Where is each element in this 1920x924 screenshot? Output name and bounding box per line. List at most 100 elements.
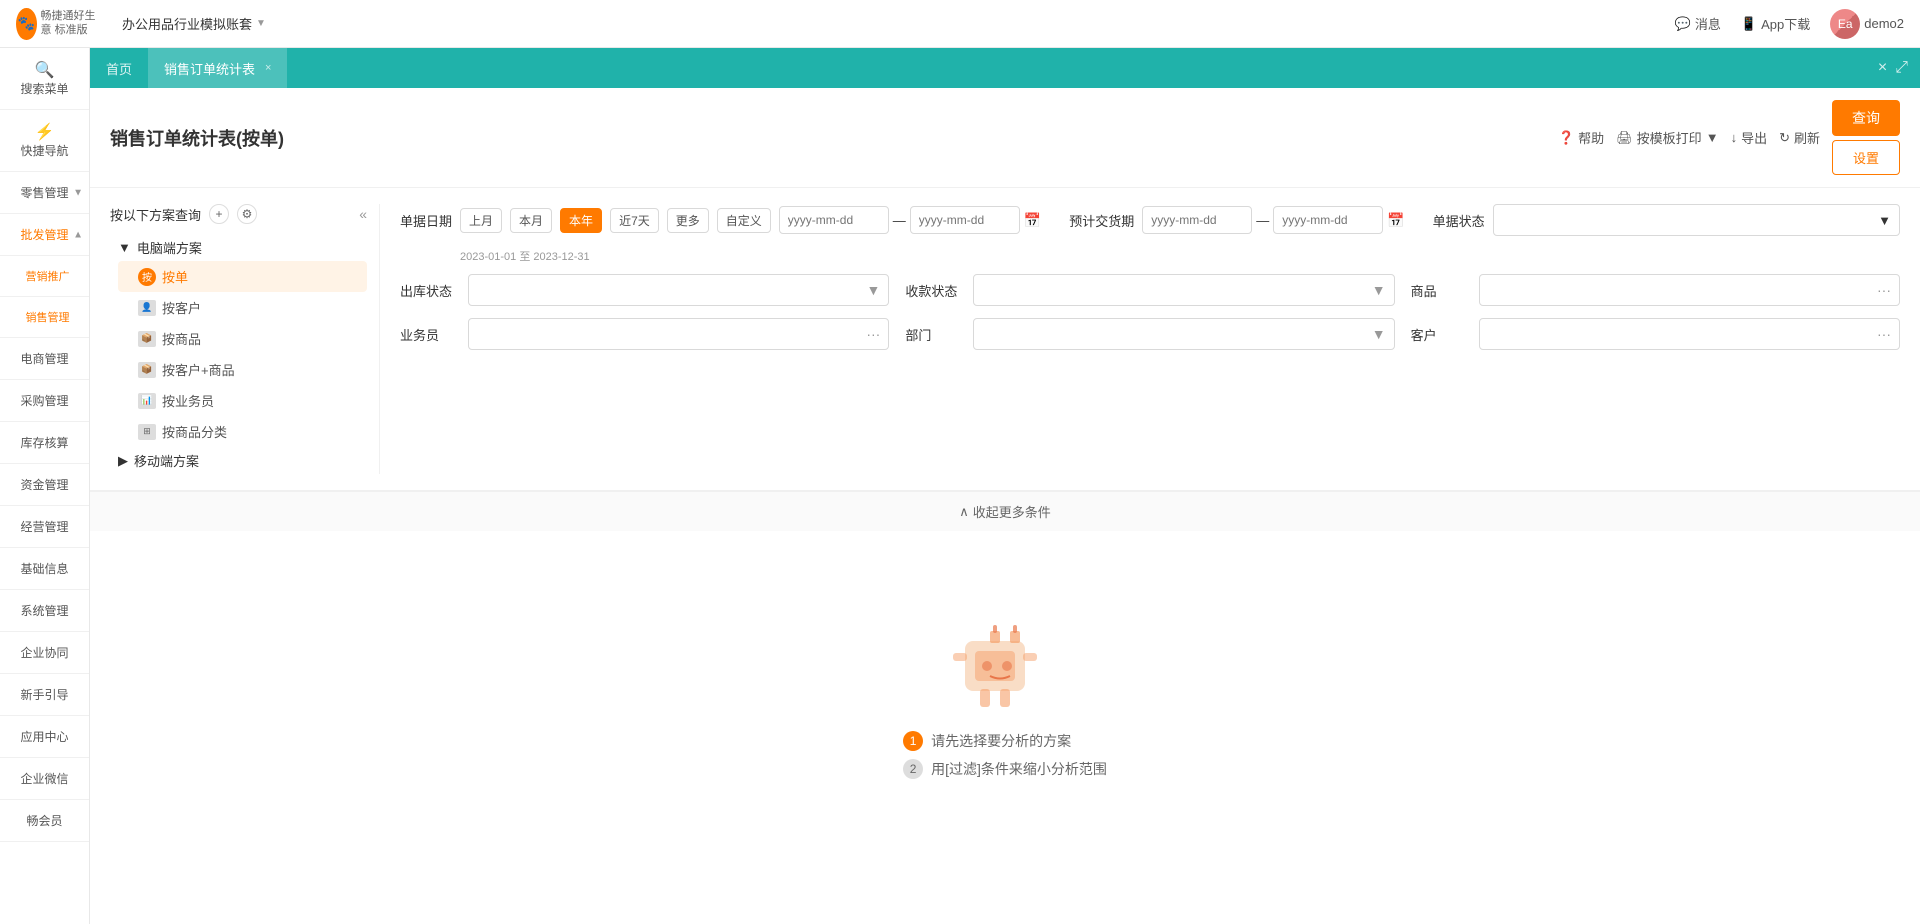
message-button[interactable]: 💬 消息 (1675, 14, 1721, 33)
tip-1-number: 1 (903, 731, 923, 751)
sidebar-item-ecommerce[interactable]: 电商管理 (0, 338, 89, 380)
scheme-collapse-button[interactable]: « (359, 206, 367, 222)
calendar-icon[interactable]: 📅 (1024, 212, 1041, 229)
tab-home[interactable]: 首页 (90, 48, 148, 88)
avatar: Ea (1830, 9, 1860, 39)
status-select[interactable]: ▼ (1493, 204, 1900, 236)
customer-select[interactable]: ··· (1479, 318, 1900, 350)
refresh-icon: ↻ (1779, 130, 1790, 146)
sidebar-item-member[interactable]: 畅会员 (0, 800, 89, 842)
shipment-status-label: 出库状态 (400, 281, 460, 300)
date-btn-this-month[interactable]: 本月 (510, 208, 552, 233)
sidebar-item-system[interactable]: 系统管理 (0, 590, 89, 632)
scheme-group-mobile[interactable]: ▶ 移动端方案 (118, 447, 367, 474)
app-download-button[interactable]: 📱 App下载 (1741, 14, 1810, 33)
sidebar-item-purchase[interactable]: 采购管理 (0, 380, 89, 422)
add-scheme-button[interactable]: + (209, 204, 229, 224)
scheme-item-by-category[interactable]: ⊞ 按商品分类 (118, 416, 367, 447)
sidebar-item-basic[interactable]: 基础信息 (0, 548, 89, 590)
logo-icon: 🐾 (16, 8, 37, 40)
sidebar-item-quick-nav[interactable]: ⚡ 快捷导航 (0, 110, 89, 172)
tab-bar-right: × ⤢ (1878, 59, 1920, 77)
tip-1-text: 请先选择要分析的方案 (931, 731, 1071, 751)
app-download-label: App下载 (1761, 14, 1810, 33)
print-icon: 🖨 (1616, 130, 1633, 146)
settings-button[interactable]: 设置 (1832, 140, 1900, 175)
sidebar-item-enterprise-wechat[interactable]: 企业微信 (0, 758, 89, 800)
tab-close-window-icon[interactable]: × (1878, 59, 1887, 77)
scheme-item-by-customer[interactable]: 👤 按客户 (118, 292, 367, 323)
tab-sales-order[interactable]: 销售订单统计表 × (148, 48, 287, 88)
page-header: 销售订单统计表(按单) ❓ 帮助 🖨 按模板打印 ▼ ↓ (90, 88, 1920, 188)
date-start-input[interactable] (779, 206, 889, 234)
sidebar-item-retail[interactable]: 零售管理 ▼ (0, 172, 89, 214)
by-order-icon: 按 (138, 268, 156, 286)
scheme-list: ▼ 电脑端方案 按 按单 👤 按客户 (118, 234, 367, 474)
sidebar-item-inventory[interactable]: 库存核算 (0, 422, 89, 464)
settings-small-icon: ⚙ (242, 207, 253, 221)
date-btn-last-7-days[interactable]: 近7天 (610, 208, 659, 233)
tab-close-icon[interactable]: × (265, 62, 271, 74)
by-customer-product-icon: 📦 (138, 362, 156, 378)
scheme-group-pc[interactable]: ▼ 电脑端方案 (118, 234, 367, 261)
sidebar-item-finance[interactable]: 资金管理 (0, 464, 89, 506)
date-btn-this-year[interactable]: 本年 (560, 208, 602, 233)
filter-area: 按以下方案查询 + ⚙ « ▼ (90, 188, 1920, 491)
help-button[interactable]: ❓ 帮助 (1558, 128, 1604, 147)
company-selector[interactable]: 办公用品行业模拟账套 ▼ (122, 14, 266, 33)
user-menu[interactable]: Ea demo2 (1830, 9, 1904, 39)
sidebar-item-app-center[interactable]: 应用中心 (0, 716, 89, 758)
sidebar-item-wholesale[interactable]: 批发管理 ▲ (0, 214, 89, 256)
sidebar-item-operation[interactable]: 经营管理 (0, 506, 89, 548)
payment-status-select[interactable]: ▼ (973, 274, 1394, 306)
expected-date-end-input[interactable] (1273, 206, 1383, 234)
expected-date-label: 预计交货期 (1069, 211, 1134, 230)
sidebar-item-enterprise[interactable]: 企业协同 (0, 632, 89, 674)
expected-date-range: — 📅 (1142, 206, 1404, 234)
sidebar-item-new-guide[interactable]: 新手引导 (0, 674, 89, 716)
sidebar-subitem-marketing[interactable]: 营销推广 (0, 256, 89, 297)
username: demo2 (1864, 16, 1904, 31)
sidebar-item-search[interactable]: 🔍 搜索菜单 (0, 48, 89, 110)
add-icon: + (216, 207, 223, 221)
retail-expand-icon: ▼ (73, 187, 83, 198)
scheme-title-text: 按以下方案查询 (110, 205, 201, 224)
department-label: 部门 (905, 325, 965, 344)
date-btn-custom[interactable]: 自定义 (717, 208, 771, 233)
by-customer-icon: 👤 (138, 300, 156, 316)
date-btn-more[interactable]: 更多 (667, 208, 709, 233)
print-dropdown-icon[interactable]: ▼ (1706, 130, 1719, 145)
page-title: 销售订单统计表(按单) (110, 125, 284, 151)
date-end-input[interactable] (910, 206, 1020, 234)
status-label: 单据状态 (1433, 211, 1485, 230)
tab-expand-icon[interactable]: ⤢ (1895, 59, 1908, 77)
scheme-item-by-product[interactable]: 📦 按商品 (118, 323, 367, 354)
export-button[interactable]: ↓ 导出 (1731, 128, 1768, 147)
logo-text: 畅捷通好生意 标准版 (41, 10, 106, 36)
logo-area: 🐾 畅捷通好生意 标准版 (16, 8, 106, 40)
scheme-item-by-customer-product[interactable]: 📦 按客户+商品 (118, 354, 367, 385)
shipment-status-select[interactable]: ▼ (468, 274, 889, 306)
sidebar: 🔍 搜索菜单 ⚡ 快捷导航 零售管理 ▼ 批发管理 ▲ 营销推广 销售管理 电商… (0, 48, 90, 924)
salesperson-select[interactable]: ··· (468, 318, 889, 350)
top-header: 🐾 畅捷通好生意 标准版 办公用品行业模拟账套 ▼ 💬 消息 📱 App下载 E… (0, 0, 1920, 48)
expected-date-start-input[interactable] (1142, 206, 1252, 234)
product-select[interactable]: ··· (1479, 274, 1900, 306)
filter-row-2: 出库状态 ▼ 收款状态 ▼ (400, 274, 1900, 306)
expected-calendar-icon[interactable]: 📅 (1387, 212, 1404, 229)
scheme-item-by-salesperson[interactable]: 📊 按业务员 (118, 385, 367, 416)
by-category-icon: ⊞ (138, 424, 156, 440)
collapse-more-conditions-button[interactable]: ∧ 收起更多条件 (959, 502, 1051, 521)
sidebar-subitem-sales[interactable]: 销售管理 (0, 297, 89, 338)
scheme-settings-button[interactable]: ⚙ (237, 204, 257, 224)
date-btn-last-month[interactable]: 上月 (460, 208, 502, 233)
filter-cell-shipment-status: 出库状态 ▼ (400, 274, 889, 306)
scheme-item-by-order[interactable]: 按 按单 (118, 261, 367, 292)
scheme-item-by-product-label: 按商品 (162, 329, 201, 348)
print-button[interactable]: 🖨 按模板打印 ▼ (1616, 128, 1718, 147)
query-button[interactable]: 查询 (1832, 100, 1900, 136)
date-sub-text: 2023-01-01 至 2023-12-31 (460, 251, 590, 263)
refresh-button[interactable]: ↻ 刷新 (1779, 128, 1820, 147)
department-select[interactable]: ▼ (973, 318, 1394, 350)
scheme-item-by-salesperson-label: 按业务员 (162, 391, 214, 410)
